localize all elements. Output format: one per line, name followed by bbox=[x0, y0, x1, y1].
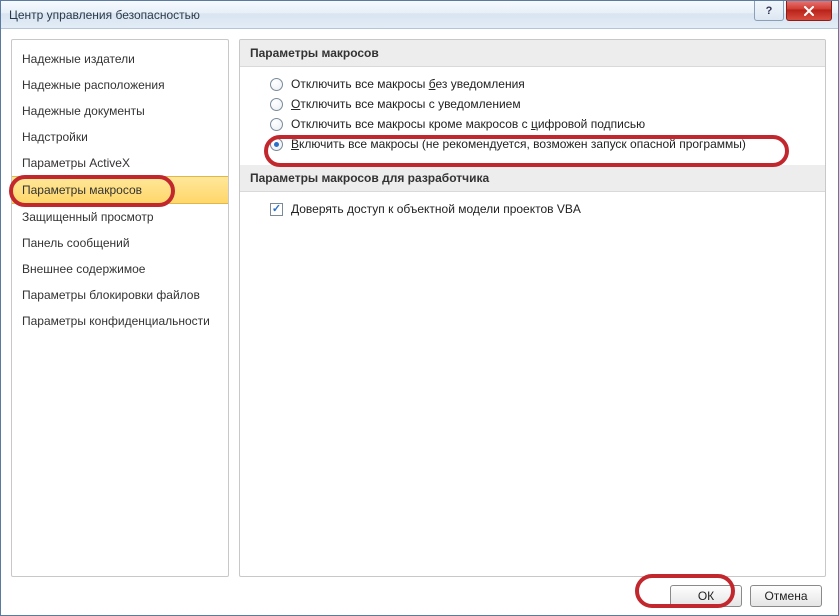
macro-option-label: Отключить все макросы кроме макросов с ц… bbox=[291, 117, 645, 131]
sidebar-item-3[interactable]: Надстройки bbox=[12, 124, 228, 150]
trust-vba-label: Доверять доступ к объектной модели проек… bbox=[291, 202, 581, 216]
sidebar-item-2[interactable]: Надежные документы bbox=[12, 98, 228, 124]
sidebar-item-9[interactable]: Параметры блокировки файлов bbox=[12, 282, 228, 308]
dialog-button-row: ОК Отмена bbox=[11, 585, 826, 607]
trust-vba-checkbox-row[interactable]: Доверять доступ к объектной модели проек… bbox=[270, 202, 807, 216]
content-pane: Параметры макросов Отключить все макросы… bbox=[239, 39, 826, 577]
close-button[interactable] bbox=[786, 1, 832, 21]
sidebar-item-1[interactable]: Надежные расположения bbox=[12, 72, 228, 98]
help-button[interactable]: ? bbox=[754, 1, 784, 21]
macro-option-3[interactable]: Включить все макросы (не рекомендуется, … bbox=[270, 137, 807, 151]
sidebar-item-10[interactable]: Параметры конфиденциальности bbox=[12, 308, 228, 334]
macro-option-2[interactable]: Отключить все макросы кроме макросов с ц… bbox=[270, 117, 807, 131]
panes: Надежные издателиНадежные расположенияНа… bbox=[11, 39, 826, 577]
titlebar: Центр управления безопасностью ? bbox=[1, 1, 838, 29]
radio-icon bbox=[270, 98, 283, 111]
checkbox-icon bbox=[270, 203, 283, 216]
client-area: Надежные издателиНадежные расположенияНа… bbox=[1, 29, 838, 615]
close-icon bbox=[803, 6, 815, 16]
sidebar: Надежные издателиНадежные расположенияНа… bbox=[11, 39, 229, 577]
macro-option-label: Отключить все макросы без уведомления bbox=[291, 77, 525, 91]
cancel-button[interactable]: Отмена bbox=[750, 585, 822, 607]
titlebar-buttons: ? bbox=[754, 1, 838, 23]
macro-option-label: Отключить все макросы с уведомлением bbox=[291, 97, 521, 111]
sidebar-item-6[interactable]: Защищенный просмотр bbox=[12, 204, 228, 230]
macro-option-1[interactable]: Отключить все макросы с уведомлением bbox=[270, 97, 807, 111]
radio-icon bbox=[270, 78, 283, 91]
ok-button[interactable]: ОК bbox=[670, 585, 742, 607]
section-header-macros: Параметры макросов bbox=[240, 40, 825, 67]
radio-icon bbox=[270, 138, 283, 151]
macro-option-label: Включить все макросы (не рекомендуется, … bbox=[291, 137, 746, 151]
sidebar-item-0[interactable]: Надежные издатели bbox=[12, 46, 228, 72]
developer-options-group: Доверять доступ к объектной модели проек… bbox=[240, 192, 825, 230]
macro-options-group: Отключить все макросы без уведомления Отк… bbox=[240, 67, 825, 165]
sidebar-item-4[interactable]: Параметры ActiveX bbox=[12, 150, 228, 176]
macro-option-0[interactable]: Отключить все макросы без уведомления bbox=[270, 77, 807, 91]
trust-center-dialog: Центр управления безопасностью ? Надежны… bbox=[0, 0, 839, 616]
section-header-developer: Параметры макросов для разработчика bbox=[240, 165, 825, 192]
sidebar-item-7[interactable]: Панель сообщений bbox=[12, 230, 228, 256]
sidebar-item-8[interactable]: Внешнее содержимое bbox=[12, 256, 228, 282]
sidebar-item-5[interactable]: Параметры макросов bbox=[12, 176, 229, 204]
radio-icon bbox=[270, 118, 283, 131]
window-title: Центр управления безопасностью bbox=[9, 8, 200, 22]
